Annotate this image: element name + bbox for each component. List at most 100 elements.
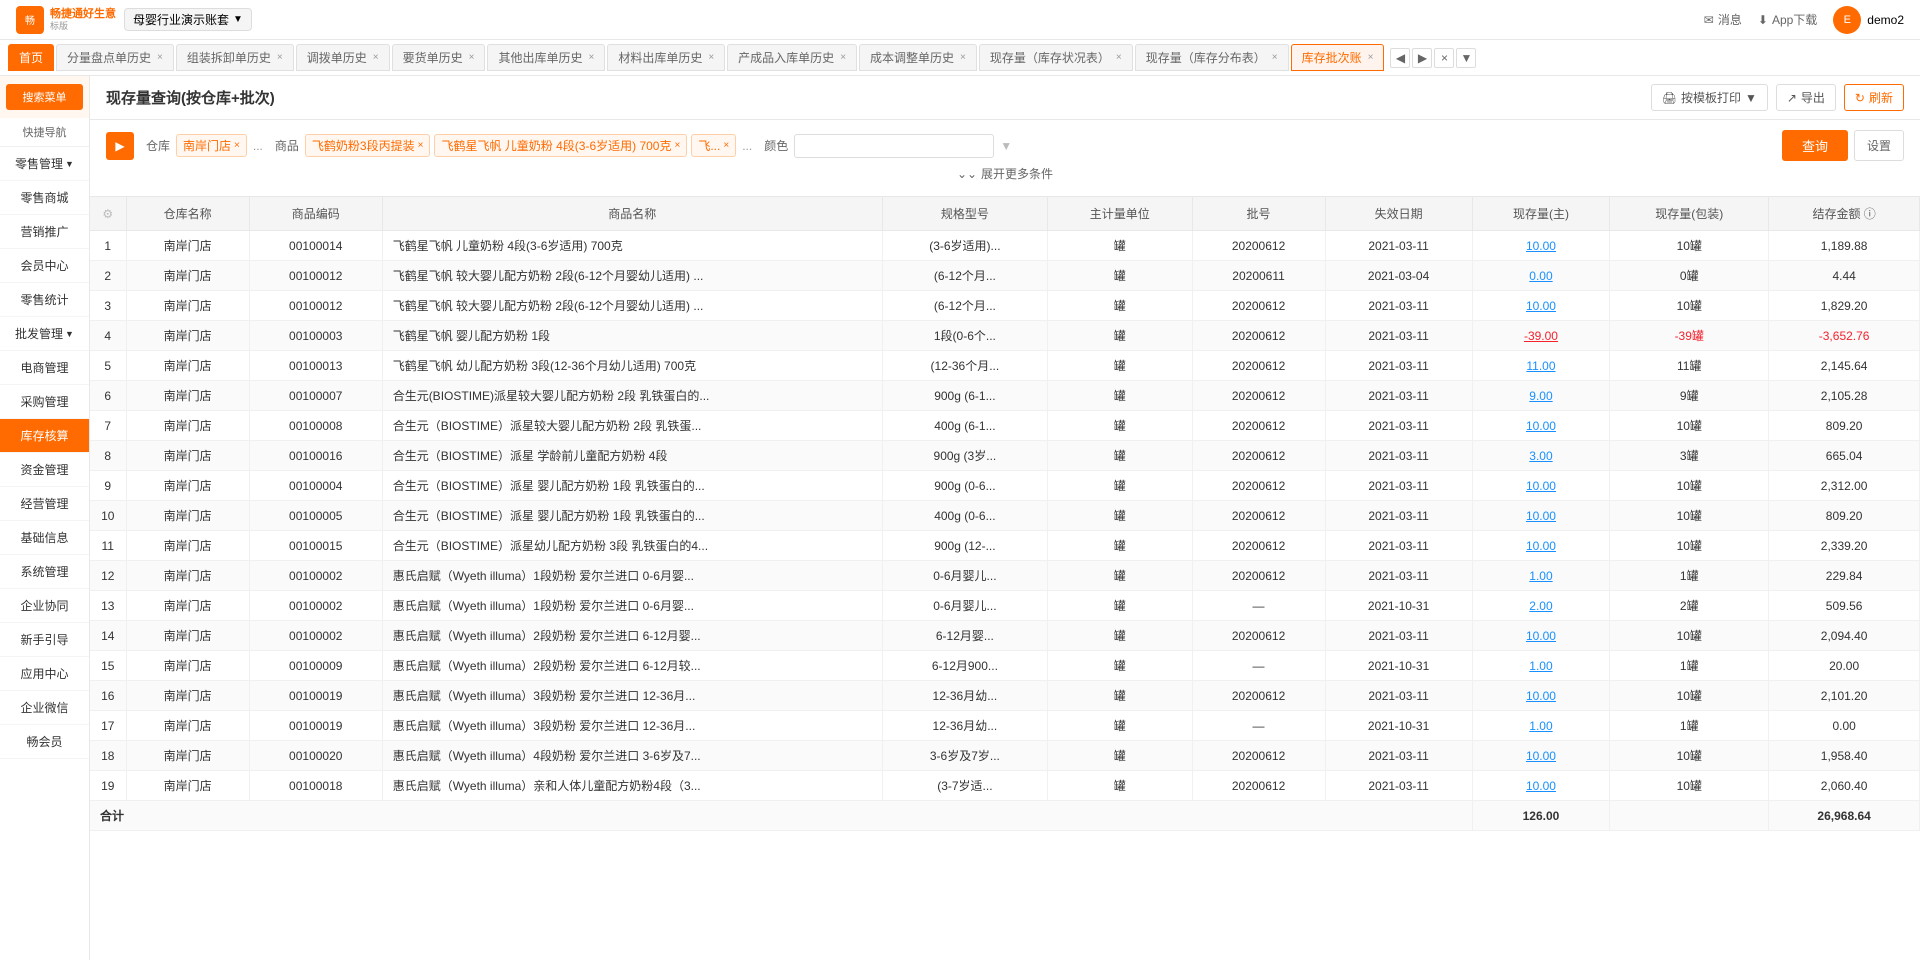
close-icon[interactable]: × — [708, 52, 714, 63]
remove-warehouse-tag[interactable]: × — [234, 140, 240, 151]
user-area[interactable]: E demo2 — [1833, 6, 1904, 34]
cell-batch: 20200612 — [1192, 441, 1325, 471]
sidebar-item-finance[interactable]: 资金管理 — [0, 453, 89, 487]
query-btn[interactable]: 查询 — [1782, 130, 1848, 161]
tab-selector[interactable]: 母婴行业演示账套 ▼ — [124, 8, 252, 31]
messages-btn[interactable]: ✉ 消息 — [1704, 11, 1742, 28]
cell-qty[interactable]: -39.00 — [1472, 321, 1610, 351]
col-settings: ⚙ — [90, 197, 126, 231]
cell-spec: (12-36个月... — [882, 351, 1047, 381]
remove-product-tag-3[interactable]: × — [723, 140, 729, 151]
logo-subtitle: 标版 — [50, 21, 116, 32]
cell-qty[interactable]: 10.00 — [1472, 741, 1610, 771]
cell-qty[interactable]: 1.00 — [1472, 651, 1610, 681]
footer-total-qty: 126.00 — [1472, 801, 1610, 831]
sidebar-item-ecommerce[interactable]: 电商管理 — [0, 351, 89, 385]
sidebar-item-guide[interactable]: 新手引导 — [0, 623, 89, 657]
close-icon[interactable]: × — [1368, 52, 1374, 63]
cell-qty-pkg: 10罐 — [1610, 231, 1769, 261]
cell-qty[interactable]: 10.00 — [1472, 681, 1610, 711]
tab-diaob[interactable]: 调拨单历史 × — [296, 44, 390, 71]
cell-qty[interactable]: 3.00 — [1472, 441, 1610, 471]
sidebar-item-purchase[interactable]: 采购管理 — [0, 385, 89, 419]
sidebar-item-basics[interactable]: 基础信息 — [0, 521, 89, 555]
close-icon[interactable]: × — [1272, 52, 1278, 63]
cell-qty[interactable]: 9.00 — [1472, 381, 1610, 411]
cell-unit: 罐 — [1047, 651, 1192, 681]
sidebar-item-members[interactable]: 会员中心 — [0, 249, 89, 283]
nav-right-arrow[interactable]: ▶ — [1412, 48, 1432, 68]
refresh-btn[interactable]: ↻ 刷新 — [1844, 84, 1904, 111]
app-download-btn[interactable]: ⬇ App下载 — [1758, 11, 1817, 28]
sidebar-item-app-center[interactable]: 应用中心 — [0, 657, 89, 691]
tab-qitachu[interactable]: 其他出库单历史 × — [487, 44, 605, 71]
cell-qty[interactable]: 2.00 — [1472, 591, 1610, 621]
expand-more-conditions[interactable]: ⌄⌄ 展开更多条件 — [106, 161, 1904, 186]
tab-home[interactable]: 首页 — [8, 44, 54, 71]
sidebar-item-retail-stats[interactable]: 零售统计 — [0, 283, 89, 317]
search-menu-btn[interactable]: 搜索菜单 — [6, 84, 83, 110]
cell-qty[interactable]: 10.00 — [1472, 771, 1610, 801]
sidebar-item-vip[interactable]: 畅会员 — [0, 725, 89, 759]
cell-qty[interactable]: 10.00 — [1472, 501, 1610, 531]
cell-expiry: 2021-03-11 — [1325, 231, 1472, 261]
settings-btn[interactable]: 设置 — [1854, 130, 1904, 161]
close-icon[interactable]: × — [588, 52, 594, 63]
cell-no: 18 — [90, 741, 126, 771]
tab-cailiaochu[interactable]: 材料出库单历史 × — [607, 44, 725, 71]
close-icon[interactable]: × — [157, 52, 163, 63]
close-icon[interactable]: × — [277, 52, 283, 63]
sidebar-item-operations[interactable]: 经营管理 — [0, 487, 89, 521]
export-btn[interactable]: ↗ 导出 — [1776, 84, 1836, 111]
cell-qty[interactable]: 11.00 — [1472, 351, 1610, 381]
product-more[interactable]: ... — [742, 139, 752, 153]
cell-qty[interactable]: 0.00 — [1472, 261, 1610, 291]
cell-qty[interactable]: 10.00 — [1472, 531, 1610, 561]
close-icon[interactable]: × — [1116, 52, 1122, 63]
cell-qty[interactable]: 10.00 — [1472, 231, 1610, 261]
close-icon[interactable]: × — [373, 52, 379, 63]
filter-expand-btn[interactable]: ▶ — [106, 132, 134, 160]
tab-kucunpici[interactable]: 库存批次账 × — [1291, 44, 1385, 71]
sidebar-item-enterprise[interactable]: 企业协同 — [0, 589, 89, 623]
tab-zuzhuang[interactable]: 组装拆卸单历史 × — [176, 44, 294, 71]
sidebar-item-marketing[interactable]: 营销推广 — [0, 215, 89, 249]
cell-qty[interactable]: 10.00 — [1472, 291, 1610, 321]
color-input[interactable] — [794, 134, 994, 158]
remove-product-tag-2[interactable]: × — [674, 140, 680, 151]
tab-yaohuo[interactable]: 要货单历史 × — [392, 44, 486, 71]
tab-fenliang[interactable]: 分量盘点单历史 × — [56, 44, 174, 71]
warehouse-more[interactable]: ... — [253, 139, 263, 153]
cell-amount: 2,105.28 — [1769, 381, 1920, 411]
cell-qty[interactable]: 10.00 — [1472, 621, 1610, 651]
nav-menu-arrow[interactable]: ▼ — [1456, 48, 1476, 68]
settings-icon[interactable]: ⚙ — [102, 207, 113, 221]
close-icon[interactable]: × — [960, 52, 966, 63]
cell-qty[interactable]: 1.00 — [1472, 711, 1610, 741]
nav-left-arrow[interactable]: ◀ — [1390, 48, 1410, 68]
tab-xiancunzhuang[interactable]: 现存量（库存状况表） × — [979, 44, 1133, 71]
tab-xiancunfen[interactable]: 现存量（库存分布表） × — [1135, 44, 1289, 71]
sidebar-item-retail-mgmt[interactable]: 零售管理 ▼ — [0, 147, 89, 181]
print-btn[interactable]: 🖨 按模板打印 ▼ — [1651, 84, 1768, 111]
close-icon[interactable]: × — [840, 52, 846, 63]
cell-qty[interactable]: 1.00 — [1472, 561, 1610, 591]
close-icon[interactable]: × — [469, 52, 475, 63]
cell-qty-pkg: -39罐 — [1610, 321, 1769, 351]
product-filter: 商品 飞鹤奶粉3段丙提装 × 飞鹤星飞帆 儿童奶粉 4段(3-6岁适用) 700… — [275, 134, 752, 157]
cell-batch: 20200612 — [1192, 321, 1325, 351]
remove-product-tag-1[interactable]: × — [418, 140, 424, 151]
cell-qty[interactable]: 10.00 — [1472, 411, 1610, 441]
sidebar-item-system[interactable]: 系统管理 — [0, 555, 89, 589]
tab-chengben[interactable]: 成本调整单历史 × — [859, 44, 977, 71]
sidebar-item-wholesale[interactable]: 批发管理 ▼ — [0, 317, 89, 351]
cell-qty[interactable]: 10.00 — [1472, 471, 1610, 501]
cell-unit: 罐 — [1047, 291, 1192, 321]
table-row: 8 南岸门店 00100016 合生元（BIOSTIME）派星 学龄前儿童配方奶… — [90, 441, 1920, 471]
nav-close-arrow[interactable]: × — [1434, 48, 1454, 68]
sidebar-item-wechat[interactable]: 企业微信 — [0, 691, 89, 725]
col-code: 商品编码 — [249, 197, 382, 231]
sidebar-item-inventory[interactable]: 库存核算 — [0, 419, 89, 453]
sidebar-item-retail-shop[interactable]: 零售商城 — [0, 181, 89, 215]
tab-chancheng[interactable]: 产成品入库单历史 × — [727, 44, 857, 71]
